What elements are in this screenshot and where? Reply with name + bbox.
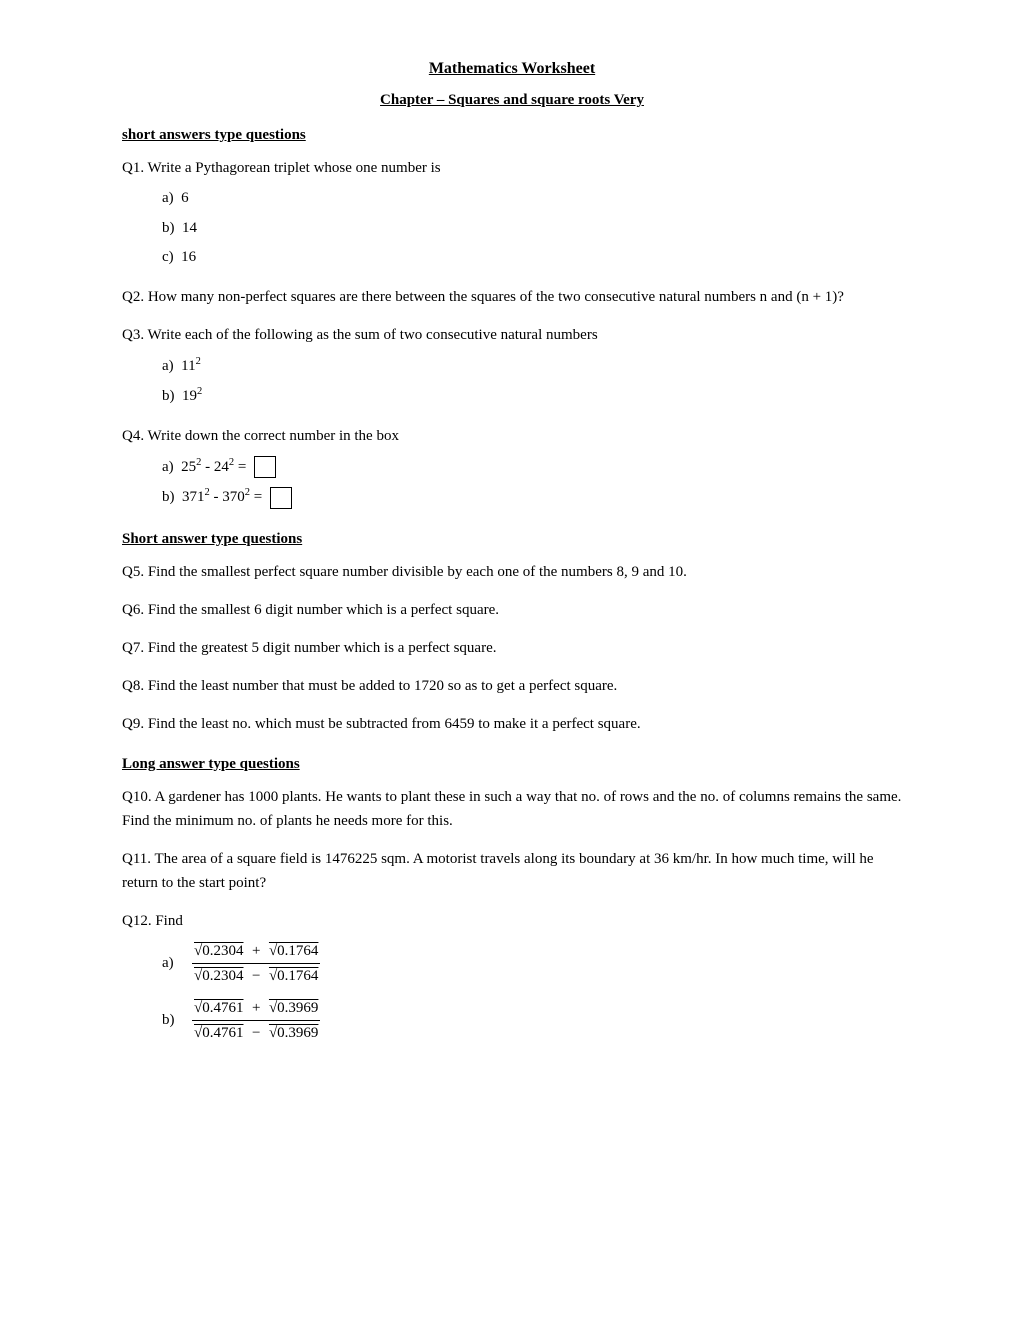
q3-sublist: a) 112 b) 192 [162,353,902,410]
q4-text: Q4. Write down the correct number in the… [122,428,399,444]
question-q8: Q8. Find the least number that must be a… [122,674,902,698]
q4-a-box[interactable] [254,456,276,478]
question-q3: Q3. Write each of the following as the s… [122,323,902,410]
question-q7: Q7. Find the greatest 5 digit number whi… [122,636,902,660]
question-q6: Q6. Find the smallest 6 digit number whi… [122,598,902,622]
q9-text: Q9. Find the least no. which must be sub… [122,716,641,732]
q1-a: a) 6 [162,186,902,212]
q12-b-denominator: √0.4761 − √0.3969 [192,1021,320,1045]
q12-a-num-sqrt2: √0.1764 [269,943,318,959]
section-long-heading: Long answer type questions [122,756,902,773]
q12-a-item: a) √0.2304 + √0.1764 √0.2304 − √0.1764 [162,939,902,988]
q12-a-num-sqrt1: √0.2304 [194,943,243,959]
q3-b: b) 192 [162,383,902,410]
q12-b-numerator: √0.4761 + √0.3969 [192,996,320,1021]
q12-b-den-sqrt1: √0.4761 [194,1025,243,1041]
section-long: Long answer type questions Q10. A garden… [122,756,902,1045]
q12-sublist: a) √0.2304 + √0.1764 √0.2304 − √0.1764 [162,939,902,1045]
question-q5: Q5. Find the smallest perfect square num… [122,560,902,584]
question-q11: Q11. The area of a square field is 14762… [122,847,902,895]
q12-a-denominator: √0.2304 − √0.1764 [192,964,320,988]
q3-a: a) 112 [162,353,902,380]
question-q9: Q9. Find the least no. which must be sub… [122,712,902,736]
section-very-short-heading: short answers type questions [122,127,902,144]
q12-b-fraction: √0.4761 + √0.3969 √0.4761 − √0.3969 [192,996,320,1045]
section-short-heading: Short answer type questions [122,531,902,548]
q3-text: Q3. Write each of the following as the s… [122,327,598,343]
q12-b-den-sqrt2: √0.3969 [269,1025,318,1041]
q4-b: b) 3712 - 3702 = [162,484,902,511]
question-q2: Q2. How many non-perfect squares are the… [122,285,902,309]
section-short: Short answer type questions Q5. Find the… [122,531,902,736]
q6-text: Q6. Find the smallest 6 digit number whi… [122,602,499,618]
question-q4: Q4. Write down the correct number in the… [122,424,902,511]
q4-sublist: a) 252 - 242 = b) 3712 - 3702 = [162,454,902,511]
q1-sublist: a) 6 b) 14 c) 16 [162,186,902,271]
q12-a-numerator: √0.2304 + √0.1764 [192,939,320,964]
question-q1: Q1. Write a Pythagorean triplet whose on… [122,156,902,271]
question-q10: Q10. A gardener has 1000 plants. He want… [122,785,902,833]
q12-b-num-sqrt2: √0.3969 [269,1000,318,1016]
section-very-short: short answers type questions Q1. Write a… [122,127,902,511]
q5-text: Q5. Find the smallest perfect square num… [122,564,687,580]
worksheet-title: Mathematics Worksheet [122,60,902,78]
q4-a: a) 252 - 242 = [162,454,902,481]
q12-a-label: a) [162,951,190,975]
q4-b-box[interactable] [270,487,292,509]
q11-text: Q11. The area of a square field is 14762… [122,851,874,891]
q12-b-label: b) [162,1008,190,1032]
chapter-title: Chapter – Squares and square roots Very [122,92,902,109]
q12-b-num-sqrt1: √0.4761 [194,1000,243,1016]
q1-b: b) 14 [162,216,902,242]
q8-text: Q8. Find the least number that must be a… [122,678,617,694]
question-q12: Q12. Find a) √0.2304 + √0.1764 √0.2304 − [122,909,902,1045]
q1-c: c) 16 [162,245,902,271]
q7-text: Q7. Find the greatest 5 digit number whi… [122,640,496,656]
q1-text: Q1. Write a Pythagorean triplet whose on… [122,160,441,176]
q12-a-den-sqrt1: √0.2304 [194,968,243,984]
q12-b-item: b) √0.4761 + √0.3969 √0.4761 − √0.3969 [162,996,902,1045]
q12-text: Q12. Find [122,909,902,933]
q12-a-den-sqrt2: √0.1764 [269,968,318,984]
q12-a-fraction: √0.2304 + √0.1764 √0.2304 − √0.1764 [192,939,320,988]
q2-text: Q2. How many non-perfect squares are the… [122,289,844,305]
worksheet-page: Mathematics Worksheet Chapter – Squares … [122,60,902,1065]
q10-text: Q10. A gardener has 1000 plants. He want… [122,789,901,829]
